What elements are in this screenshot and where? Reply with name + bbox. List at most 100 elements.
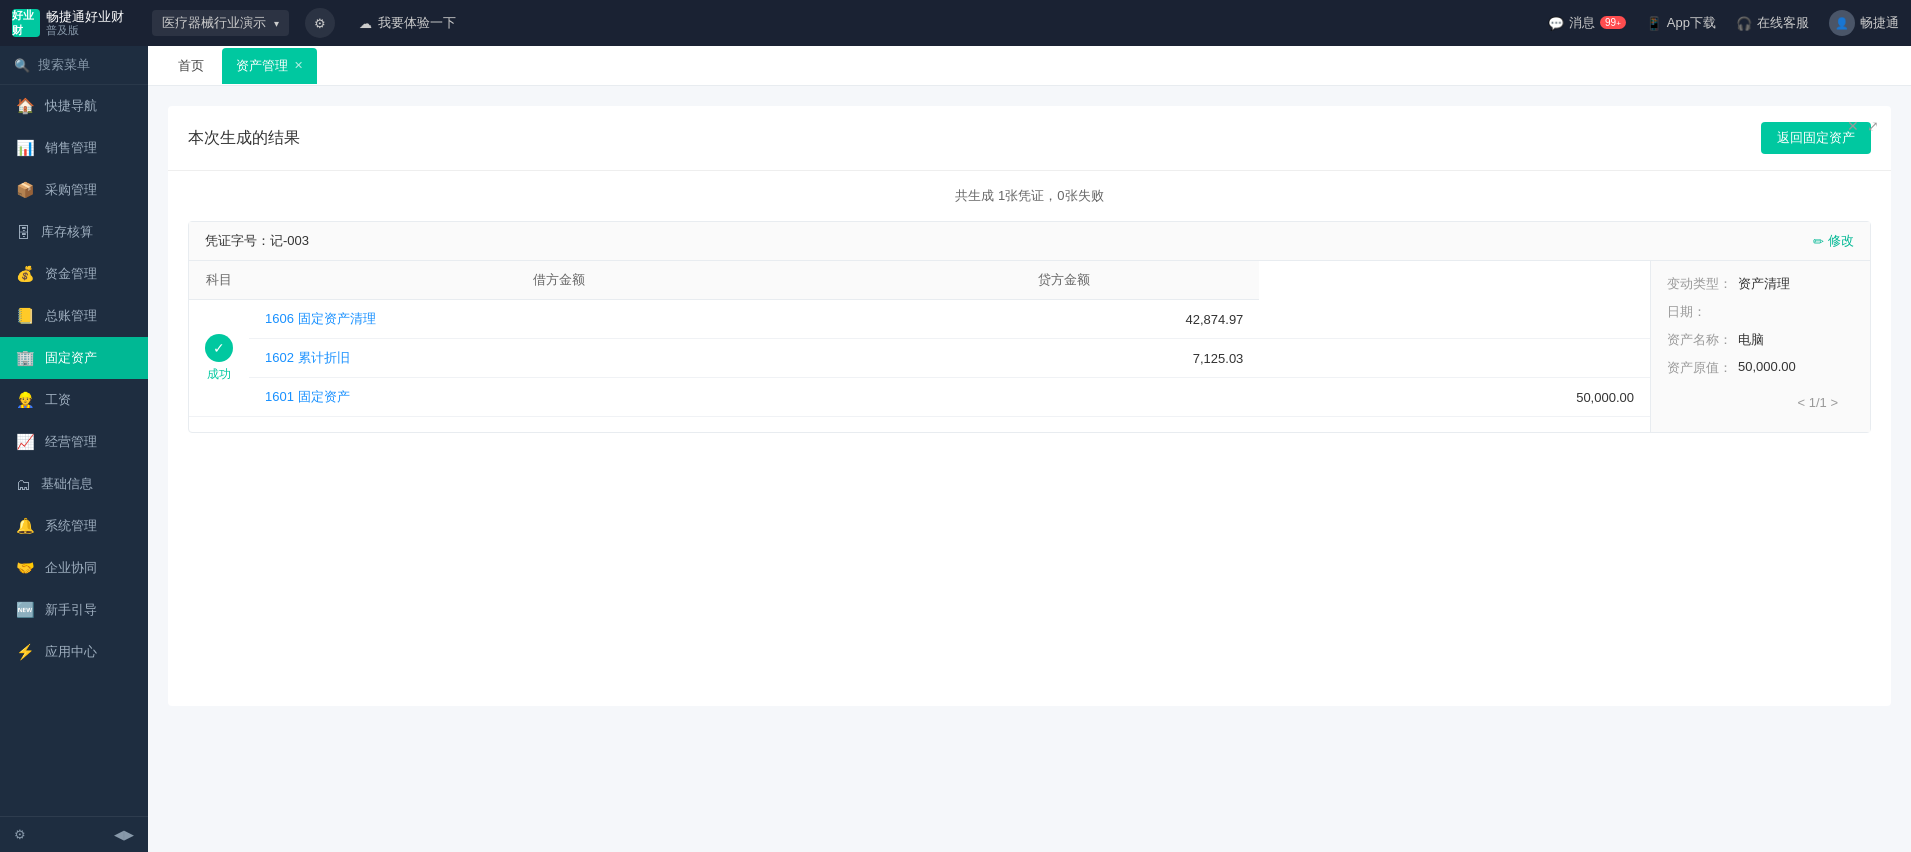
- voucher-side-info: 变动类型： 资产清理 日期： 资产名称： 电脑: [1650, 261, 1870, 432]
- user-name: 畅捷通: [1860, 14, 1899, 32]
- guide-label: 新手引导: [45, 601, 97, 619]
- sidebar-item-inventory[interactable]: 🗄 库存核算: [0, 211, 148, 253]
- cell-debit: [869, 378, 1260, 417]
- logo-subtitle: 普及版: [46, 24, 124, 37]
- sidebar-item-system[interactable]: 🔔 系统管理: [0, 505, 148, 547]
- cell-subject: 1601 固定资产: [249, 378, 869, 417]
- experience-label: 我要体验一下: [378, 14, 456, 32]
- voucher-table: 科目 借方金额 贷方金额 ✓ 成功 1606 固定资产清理42,874.9716…: [189, 261, 1650, 417]
- asset-name-row: 资产名称： 电脑: [1667, 331, 1854, 349]
- purchase-label: 采购管理: [45, 181, 97, 199]
- search-icon: 🔍: [14, 58, 30, 73]
- tabs-bar: 首页 资产管理 ✕: [148, 46, 1911, 86]
- quick-nav-label: 快捷导航: [45, 97, 97, 115]
- sidebar-item-sales[interactable]: 📊 销售管理: [0, 127, 148, 169]
- app-center-label: 应用中心: [45, 643, 97, 661]
- app-download-action[interactable]: 📱 App下载: [1646, 14, 1716, 32]
- app-logo: 好业财 畅捷通好业财 普及版: [12, 9, 124, 38]
- ledger-label: 总账管理: [45, 307, 97, 325]
- online-service-action[interactable]: 🎧 在线客服: [1736, 14, 1809, 32]
- cell-debit: 7,125.03: [869, 339, 1260, 378]
- quick-nav-icon: 🏠: [16, 97, 35, 115]
- top-header: 好业财 畅捷通好业财 普及版 医疗器械行业演示 ▾ ⚙ ☁ 我要体验一下 💬 消…: [0, 0, 1911, 46]
- asset-name-value: 电脑: [1738, 331, 1764, 349]
- capital-label: 资金管理: [45, 265, 97, 283]
- success-text: 成功: [207, 366, 231, 383]
- voucher-section: 凭证字号：记-003 ✏ 修改 科目: [188, 221, 1871, 433]
- change-type-row: 变动类型： 资产清理: [1667, 275, 1854, 293]
- operations-icon: 📈: [16, 433, 35, 451]
- basic-info-label: 基础信息: [41, 475, 93, 493]
- col-subject: 科目: [189, 261, 249, 300]
- col-debit: 借方金额: [249, 261, 869, 300]
- tab-close-icon[interactable]: ✕: [294, 59, 303, 72]
- date-label: 日期：: [1667, 303, 1706, 321]
- edit-icon: ✏: [1813, 234, 1824, 249]
- messages-label: 消息: [1569, 14, 1595, 32]
- messages-action[interactable]: 💬 消息 99: [1548, 14, 1626, 32]
- table-header-row: 科目 借方金额 贷方金额: [189, 261, 1650, 300]
- page-content: ✕ ⤢ 本次生成的结果 返回固定资产 共生成 1张凭证，0张失败 凭证字号：记-…: [148, 86, 1911, 852]
- download-icon: 📱: [1646, 16, 1662, 31]
- table-row: 1602 累计折旧7,125.03: [189, 339, 1650, 378]
- settings-button[interactable]: ⚙: [305, 8, 335, 38]
- messages-badge: 99: [1600, 16, 1626, 29]
- app-center-icon: ⚡: [16, 643, 35, 661]
- panel-close-icon[interactable]: ✕: [1847, 118, 1859, 134]
- sidebar-item-purchase[interactable]: 📦 采购管理: [0, 169, 148, 211]
- cell-subject: 1606 固定资产清理: [249, 300, 869, 339]
- original-value-label: 资产原值：: [1667, 359, 1732, 377]
- service-icon: 🎧: [1736, 16, 1752, 31]
- enterprise-label: 企业协同: [45, 559, 97, 577]
- payroll-label: 工资: [45, 391, 71, 409]
- tab-asset-mgmt[interactable]: 资产管理 ✕: [222, 48, 317, 84]
- change-type-value: 资产清理: [1738, 275, 1790, 293]
- success-badge: ✓ 成功: [205, 334, 233, 383]
- pagination-text: < 1/1 >: [1798, 395, 1838, 410]
- enterprise-icon: 🤝: [16, 559, 35, 577]
- logo-icon: 好业财: [12, 9, 40, 37]
- sidebar-item-guide[interactable]: 🆕 新手引导: [0, 589, 148, 631]
- workspace-chevron: ▾: [274, 18, 279, 29]
- sidebar-search[interactable]: 🔍 搜索菜单: [0, 46, 148, 85]
- experience-button[interactable]: ☁ 我要体验一下: [359, 14, 456, 32]
- voucher-number: 凭证字号：记-003: [205, 232, 309, 250]
- system-icon: 🔔: [16, 517, 35, 535]
- edit-button[interactable]: ✏ 修改: [1813, 232, 1854, 250]
- cell-credit: 50,000.00: [1259, 378, 1650, 417]
- content-area: 首页 资产管理 ✕ ✕ ⤢ 本次生成的结果 返回固定资产: [148, 46, 1911, 852]
- tab-home-label: 首页: [178, 57, 204, 75]
- sidebar-item-quick-nav[interactable]: 🏠 快捷导航: [0, 85, 148, 127]
- page-title: 本次生成的结果: [188, 128, 300, 149]
- cloud-icon: ☁: [359, 16, 372, 31]
- success-icon: ✓: [205, 334, 233, 362]
- sidebar-item-operations[interactable]: 📈 经营管理: [0, 421, 148, 463]
- sidebar-item-basic-info[interactable]: 🗂 基础信息: [0, 463, 148, 505]
- header-right: 💬 消息 99 📱 App下载 🎧 在线客服 👤 畅捷通: [1548, 10, 1899, 36]
- original-value-row: 资产原值： 50,000.00: [1667, 359, 1854, 377]
- inventory-label: 库存核算: [41, 223, 93, 241]
- sidebar-item-capital[interactable]: 💰 资金管理: [0, 253, 148, 295]
- cell-subject: 1602 累计折旧: [249, 339, 869, 378]
- user-menu[interactable]: 👤 畅捷通: [1829, 10, 1899, 36]
- purchase-icon: 📦: [16, 181, 35, 199]
- sidebar-item-app-center[interactable]: ⚡ 应用中心: [0, 631, 148, 673]
- result-panel: ✕ ⤢ 本次生成的结果 返回固定资产 共生成 1张凭证，0张失败 凭证字号：记-…: [168, 106, 1891, 706]
- workspace-selector[interactable]: 医疗器械行业演示 ▾: [152, 10, 289, 36]
- tab-home[interactable]: 首页: [164, 48, 218, 84]
- panel-corner-icons: ✕ ⤢: [1847, 118, 1879, 134]
- sidebar-item-payroll[interactable]: 👷 工资: [0, 379, 148, 421]
- logo-title: 畅捷通好业财: [46, 9, 124, 25]
- table-row: ✓ 成功 1606 固定资产清理42,874.97: [189, 300, 1650, 339]
- sidebar-item-enterprise[interactable]: 🤝 企业协同: [0, 547, 148, 589]
- panel-expand-icon[interactable]: ⤢: [1867, 118, 1879, 134]
- asset-name-label: 资产名称：: [1667, 331, 1732, 349]
- pagination[interactable]: < 1/1 >: [1667, 387, 1854, 418]
- sidebar-item-ledger[interactable]: 📒 总账管理: [0, 295, 148, 337]
- ledger-icon: 📒: [16, 307, 35, 325]
- sidebar-collapse-icon[interactable]: ◀▶: [114, 827, 134, 842]
- sidebar-item-fixed-assets[interactable]: 🏢 固定资产: [0, 337, 148, 379]
- voucher-header: 凭证字号：记-003 ✏ 修改: [189, 222, 1870, 261]
- date-row: 日期：: [1667, 303, 1854, 321]
- sidebar-gear-icon[interactable]: ⚙: [14, 827, 26, 842]
